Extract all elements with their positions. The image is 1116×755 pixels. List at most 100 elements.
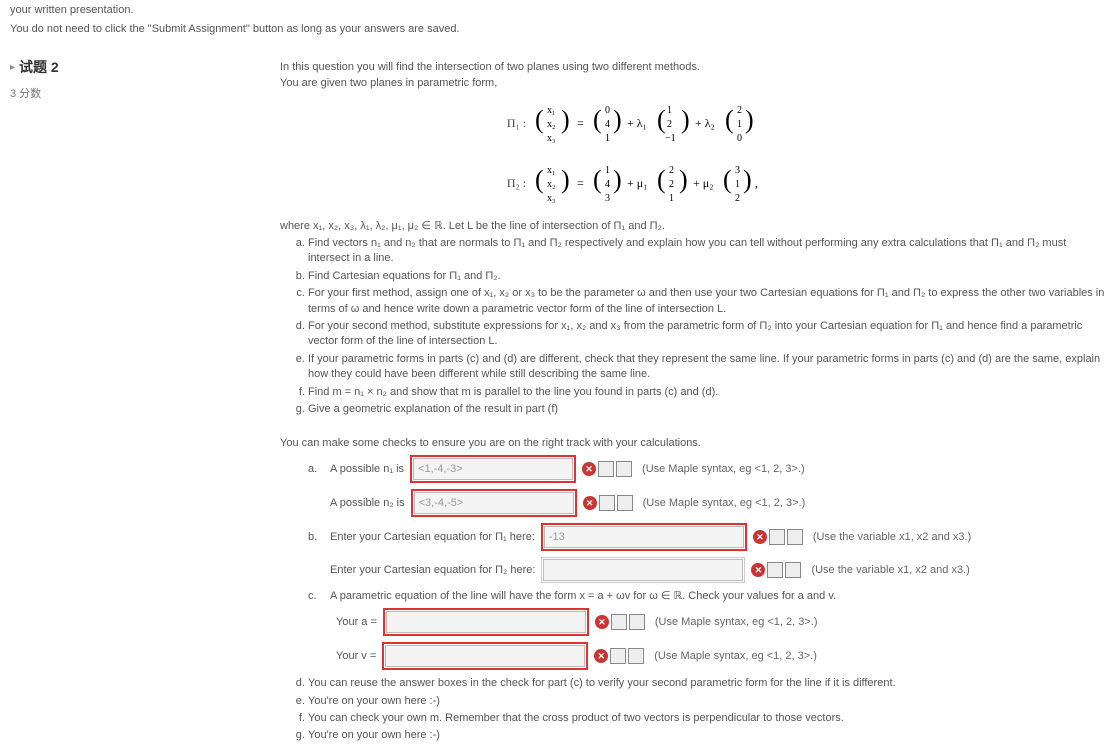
preview-icon[interactable] [787,529,803,545]
part-a: Find vectors n₁ and n₂ that are normals … [308,236,1106,267]
equation-editor-icon[interactable] [599,495,615,511]
svg-text:+ μ₁: + μ₁ [627,176,647,190]
svg-text:(: ( [593,105,602,134]
svg-text:): ) [561,165,570,194]
part-g: Give a geometric explanation of the resu… [308,402,1106,417]
error-icon: ✕ [594,649,608,663]
equation-editor-icon[interactable] [767,562,783,578]
error-icon: ✕ [582,462,596,476]
n1-input[interactable] [413,458,573,480]
check-b1-hint: (Use the variable x1, x2 and x3.) [813,531,971,543]
n2-input[interactable] [414,492,574,514]
svg-text:1: 1 [605,133,610,144]
svg-text:4: 4 [605,179,610,190]
equation-editor-icon[interactable] [610,648,626,664]
error-icon: ✕ [595,615,609,629]
note-g: You're on your own here :-) [308,728,1106,743]
svg-text:): ) [613,105,622,134]
note-d: You can reuse the answer boxes in the ch… [308,676,1106,691]
pi2-input-wrap [541,557,745,583]
caret-icon[interactable]: ▸ [10,62,15,73]
part-d: For your second method, substitute expre… [308,319,1106,350]
svg-text:): ) [679,165,688,194]
intro-1: In this question you will find the inter… [280,61,1106,73]
svg-text:(: ( [535,165,544,194]
check-b2-text: Enter your Cartesian equation for Π₂ her… [330,564,535,576]
check-a2-hint: (Use Maple syntax, eg <1, 2, 3>.) [643,497,806,509]
question-sidebar: ▸ 试题 2 3 分数 [10,57,280,748]
where-line: where x₁, x₂, x₃, λ₁, λ₂, μ₁, μ₂ ∈ ℝ. Le… [280,219,1106,232]
svg-text:1: 1 [735,179,740,190]
svg-text:1: 1 [737,119,742,130]
check-a2-text: A possible n₂ is [330,497,405,509]
checks-intro: You can make some checks to ensure you a… [280,437,1106,449]
check-a1-hint: (Use Maple syntax, eg <1, 2, 3>.) [642,463,805,475]
error-icon: ✕ [753,530,767,544]
svg-text:): ) [743,165,752,194]
part-f: Find m = n₁ × n₂ and show that m is para… [308,385,1106,400]
pi1-input[interactable] [544,526,744,548]
svg-text:(: ( [593,165,602,194]
note-e: You're on your own here :-) [308,694,1106,709]
svg-text:(: ( [657,105,666,134]
preview-icon[interactable] [617,495,633,511]
svg-text:x₃: x₃ [547,133,556,144]
formula-plane-2: Π₂ : ( x₁ x₂ x₃ ) = ( 1 4 3 ) + μ₁ ( 2 2 [280,159,1106,209]
check-c-v-hint: (Use Maple syntax, eg <1, 2, 3>.) [654,650,817,662]
equation-editor-icon[interactable] [598,461,614,477]
svg-text:x₃: x₃ [547,193,556,204]
check-c-a-hint: (Use Maple syntax, eg <1, 2, 3>.) [655,616,818,628]
preview-icon[interactable] [785,562,801,578]
svg-text:−1: −1 [665,133,676,144]
a-input-wrap [383,608,589,636]
part-b: Find Cartesian equations for Π₁ and Π₂. [308,269,1106,284]
svg-text:,: , [755,176,758,190]
check-c-v-label: Your v = [336,650,376,662]
check-b2-hint: (Use the variable x1, x2 and x3.) [811,564,969,576]
equation-editor-icon[interactable] [769,529,785,545]
svg-text:(: ( [725,105,734,134]
svg-text:=: = [577,176,584,190]
question-title: 试题 2 [19,57,59,77]
svg-text:3: 3 [605,193,610,204]
error-icon: ✕ [583,496,597,510]
preview-icon[interactable] [629,614,645,630]
preview-icon[interactable] [628,648,644,664]
check-b1-text: Enter your Cartesian equation for Π₁ her… [330,531,535,543]
error-icon: ✕ [751,563,765,577]
svg-text:3: 3 [735,165,740,176]
svg-text:(: ( [535,105,544,134]
svg-text:x₁: x₁ [547,105,556,116]
intro-2: You are given two planes in parametric f… [280,77,1106,89]
svg-text:2: 2 [735,193,740,204]
check-c-text: A parametric equation of the line will h… [330,589,836,602]
n2-input-wrap [411,489,577,517]
svg-text:=: = [577,116,584,130]
check-a-label: a. [308,463,324,475]
svg-text:+ λ₁: + λ₁ [627,116,647,130]
svg-text:4: 4 [605,119,610,130]
svg-text:x₂: x₂ [547,179,556,190]
pi1-input-wrap [541,523,747,551]
check-a1-text: A possible n₁ is [330,463,404,475]
svg-text:2: 2 [669,165,674,176]
pi2-input[interactable] [543,559,743,581]
preview-icon[interactable] [616,461,632,477]
formula-plane-1: Π₁ : ( x₁ x₂ x₃ ) = ( 0 4 1 ) + λ₁ ( 1 [280,99,1106,149]
question-body: In this question you will find the inter… [280,57,1106,748]
check-c-label: c. [308,590,324,602]
svg-text:x₂: x₂ [547,119,556,130]
part-c: For your first method, assign one of x₁,… [308,286,1106,317]
check-b-label: b. [308,531,324,543]
svg-text:+ μ₂: + μ₂ [693,176,713,190]
svg-text:): ) [745,105,754,134]
svg-text:0: 0 [605,105,610,116]
note-f: You can check your own m. Remember that … [308,711,1106,726]
svg-text:0: 0 [737,133,742,144]
v-input[interactable] [385,645,585,667]
a-input[interactable] [386,611,586,633]
equation-editor-icon[interactable] [611,614,627,630]
svg-text:1: 1 [669,193,674,204]
svg-text:2: 2 [669,179,674,190]
n1-input-wrap [410,455,576,483]
